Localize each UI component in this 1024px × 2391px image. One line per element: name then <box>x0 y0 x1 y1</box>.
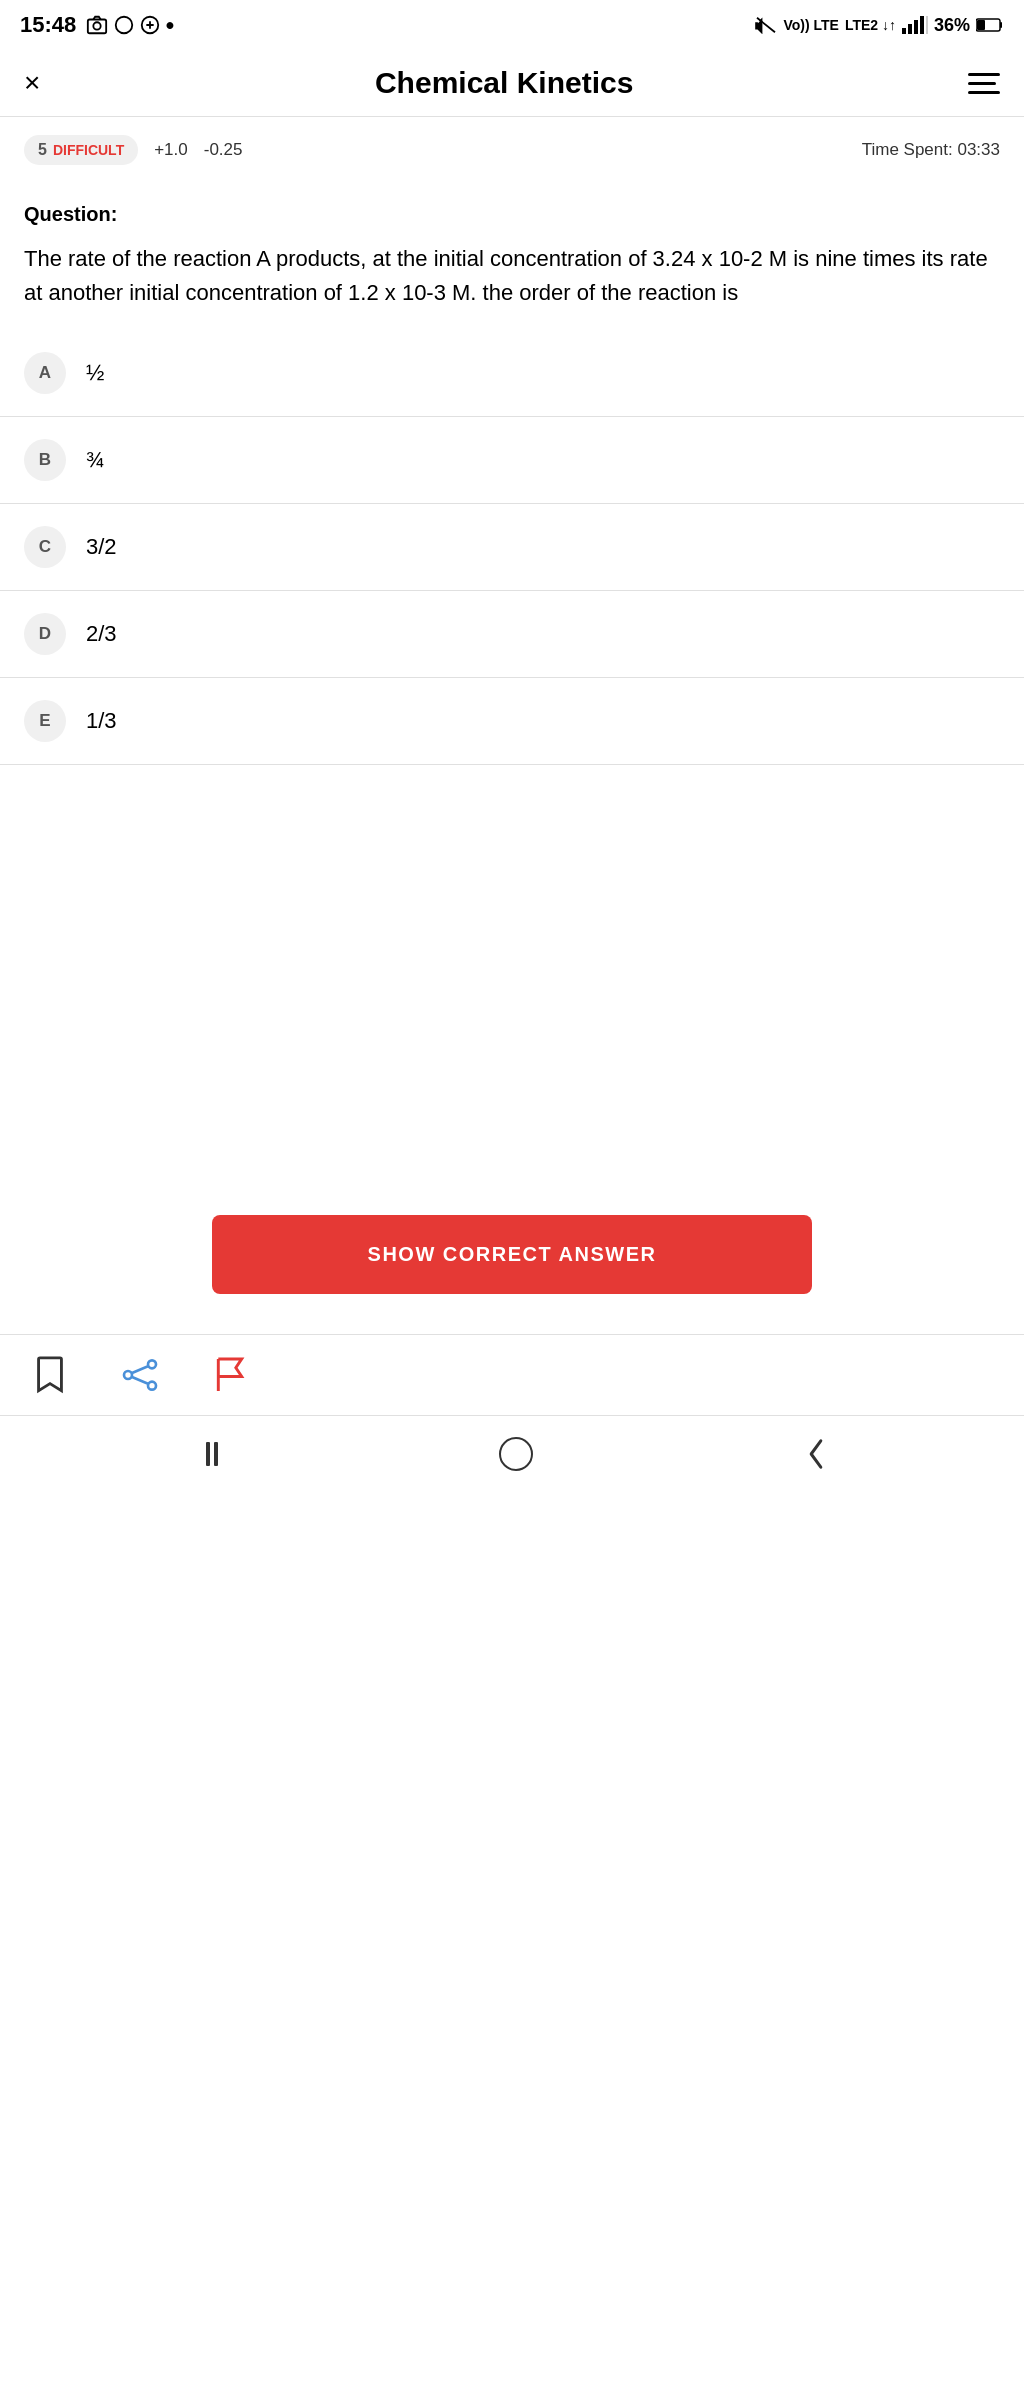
difficulty-badge: 5 DIFFICULT <box>24 135 138 165</box>
score-positive: +1.0 <box>154 140 188 160</box>
time-spent-label: Time Spent: <box>862 140 958 159</box>
show-answer-container: SHOW CORRECT ANSWER <box>0 1175 1024 1334</box>
nav-bar <box>0 1415 1024 1492</box>
svg-line-15 <box>132 1367 148 1374</box>
nav-home-icon <box>498 1436 534 1472</box>
time-spent-value: 03:33 <box>957 140 1000 159</box>
option-text-e: 1/3 <box>86 708 117 734</box>
signal-bars <box>902 16 928 34</box>
option-text-a: ½ <box>86 360 104 386</box>
option-circle-c: C <box>24 526 66 568</box>
svg-rect-9 <box>926 16 928 34</box>
share-icon <box>120 1357 160 1393</box>
status-bar: 15:48 • Vo)) LTE LTE2 ↓↑ 36% <box>0 0 1024 50</box>
svg-point-12 <box>124 1371 132 1379</box>
status-time: 15:48 • <box>20 11 174 39</box>
question-text: The rate of the reaction A products, at … <box>24 242 1000 310</box>
score-negative: -0.25 <box>204 140 243 160</box>
svg-rect-18 <box>214 1442 218 1466</box>
svg-point-19 <box>500 1438 532 1470</box>
option-a[interactable]: A ½ <box>0 330 1024 417</box>
share-button[interactable] <box>120 1355 160 1395</box>
svg-rect-7 <box>914 20 918 34</box>
nav-menu-icon <box>194 1440 230 1468</box>
svg-rect-11 <box>977 20 985 30</box>
page-title: Chemical Kinetics <box>375 66 633 100</box>
options-section: A ½ B ¾ C 3/2 D 2/3 E 1/3 <box>0 320 1024 775</box>
svg-line-16 <box>132 1377 148 1384</box>
option-circle-d: D <box>24 613 66 655</box>
option-circle-a: A <box>24 352 66 394</box>
option-c[interactable]: C 3/2 <box>0 504 1024 591</box>
nav-menu-button[interactable] <box>194 1440 230 1468</box>
meta-left: 5 DIFFICULT +1.0 -0.25 <box>24 135 243 165</box>
option-text-d: 2/3 <box>86 621 117 647</box>
svg-point-13 <box>148 1361 156 1369</box>
battery-icon <box>976 17 1004 33</box>
bookmark-button[interactable] <box>30 1355 70 1395</box>
status-right-icons: Vo)) LTE LTE2 ↓↑ 36% <box>755 15 1004 36</box>
flag-button[interactable] <box>210 1355 250 1395</box>
option-e[interactable]: E 1/3 <box>0 678 1024 765</box>
nav-home-button[interactable] <box>498 1436 534 1472</box>
show-correct-answer-button[interactable]: SHOW CORRECT ANSWER <box>212 1215 812 1294</box>
question-label: Question: <box>24 203 1000 226</box>
network-label: Vo)) LTE <box>783 17 838 33</box>
empty-area <box>0 775 1024 1175</box>
close-button[interactable]: × <box>24 67 40 99</box>
status-icons: • <box>86 11 174 39</box>
time-spent: Time Spent: 03:33 <box>862 140 1000 160</box>
mute-icon <box>755 16 777 34</box>
question-section: Question: The rate of the reaction A pro… <box>0 183 1024 320</box>
time-display: 15:48 <box>20 12 76 38</box>
option-text-c: 3/2 <box>86 534 117 560</box>
svg-rect-8 <box>920 16 924 34</box>
flag-icon <box>212 1356 248 1394</box>
option-text-b: ¾ <box>86 447 104 473</box>
svg-point-14 <box>148 1382 156 1390</box>
nav-back-icon <box>802 1436 830 1472</box>
lte2-label: LTE2 ↓↑ <box>845 17 896 33</box>
battery-percent: 36% <box>934 15 970 36</box>
bottom-actions <box>0 1334 1024 1415</box>
svg-rect-6 <box>908 24 912 34</box>
svg-point-1 <box>94 22 101 29</box>
nav-back-button[interactable] <box>802 1436 830 1472</box>
option-d[interactable]: D 2/3 <box>0 591 1024 678</box>
difficulty-label: DIFFICULT <box>53 142 124 158</box>
option-b[interactable]: B ¾ <box>0 417 1024 504</box>
option-circle-e: E <box>24 700 66 742</box>
filter-icon[interactable] <box>968 73 1000 94</box>
difficulty-number: 5 <box>38 141 47 159</box>
header: × Chemical Kinetics <box>0 50 1024 117</box>
question-meta: 5 DIFFICULT +1.0 -0.25 Time Spent: 03:33 <box>0 117 1024 183</box>
svg-rect-17 <box>206 1442 210 1466</box>
option-circle-b: B <box>24 439 66 481</box>
svg-rect-5 <box>902 28 906 34</box>
svg-point-2 <box>115 17 132 34</box>
bookmark-icon <box>32 1355 68 1395</box>
